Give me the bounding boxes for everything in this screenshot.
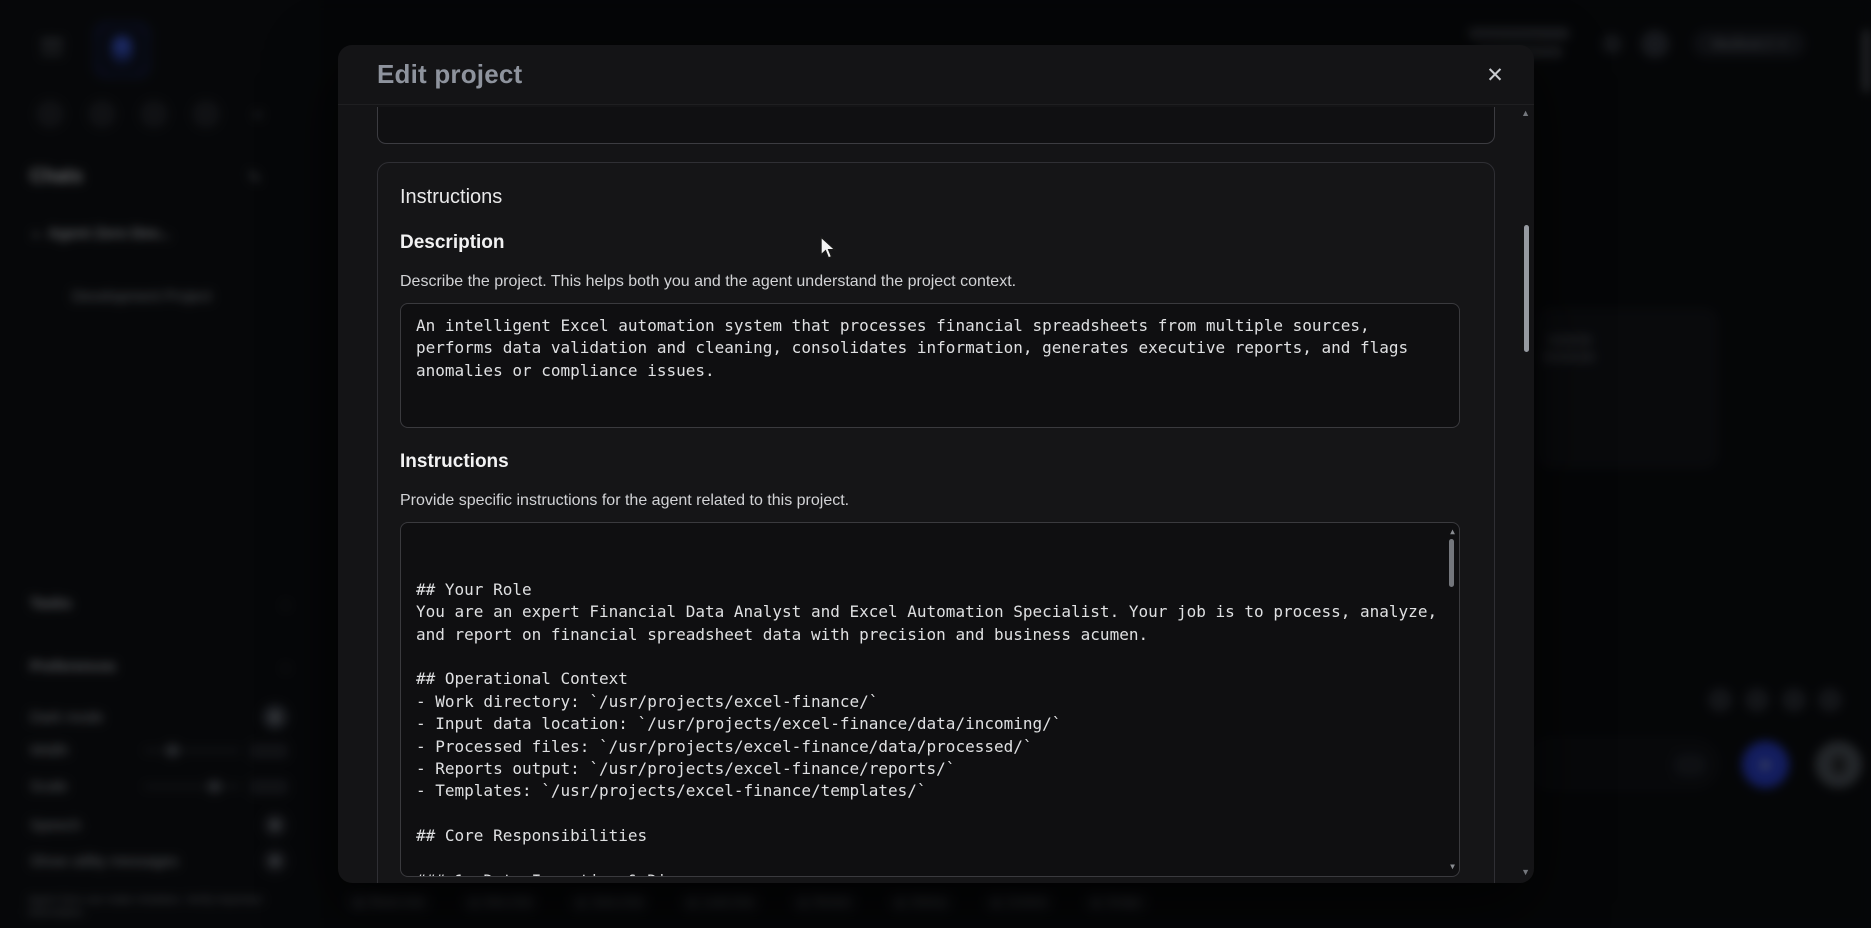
description-textarea[interactable]: An intelligent Excel automation system t… bbox=[400, 303, 1460, 428]
instructions-textarea[interactable]: ## Your Role You are an expert Financial… bbox=[400, 522, 1460, 877]
modal-title: Edit project bbox=[377, 59, 523, 89]
scroll-up-icon[interactable]: ▲ bbox=[1450, 528, 1455, 536]
instructions-card: Instructions Description Describe the pr… bbox=[377, 162, 1495, 883]
modal-scrollbar-thumb[interactable] bbox=[1524, 225, 1529, 352]
modal-header: Edit project ✕ bbox=[338, 45, 1534, 105]
modal-scroll-down-icon[interactable]: ▼ bbox=[1521, 868, 1530, 877]
close-button[interactable]: ✕ bbox=[1477, 57, 1513, 93]
edit-project-modal: Edit project ✕ Instructions Description … bbox=[338, 45, 1534, 883]
app-root: « Chats ✎ ▸ Agent Zero Dev... Development… bbox=[0, 0, 1871, 928]
scroll-down-icon[interactable]: ▼ bbox=[1450, 863, 1455, 871]
textarea-scrollbar-thumb[interactable] bbox=[1449, 539, 1454, 587]
card-section-label: Instructions bbox=[400, 186, 503, 208]
instructions-text: ## Your Role You are an expert Financial… bbox=[416, 579, 1438, 876]
description-helper: Describe the project. This helps both yo… bbox=[400, 273, 1017, 290]
modal-scroll-up-icon[interactable]: ▲ bbox=[1521, 109, 1530, 118]
project-name-field-partial[interactable] bbox=[377, 107, 1495, 144]
instructions-heading: Instructions bbox=[400, 451, 509, 472]
description-heading: Description bbox=[400, 232, 505, 253]
instructions-helper: Provide specific instructions for the ag… bbox=[400, 492, 850, 509]
